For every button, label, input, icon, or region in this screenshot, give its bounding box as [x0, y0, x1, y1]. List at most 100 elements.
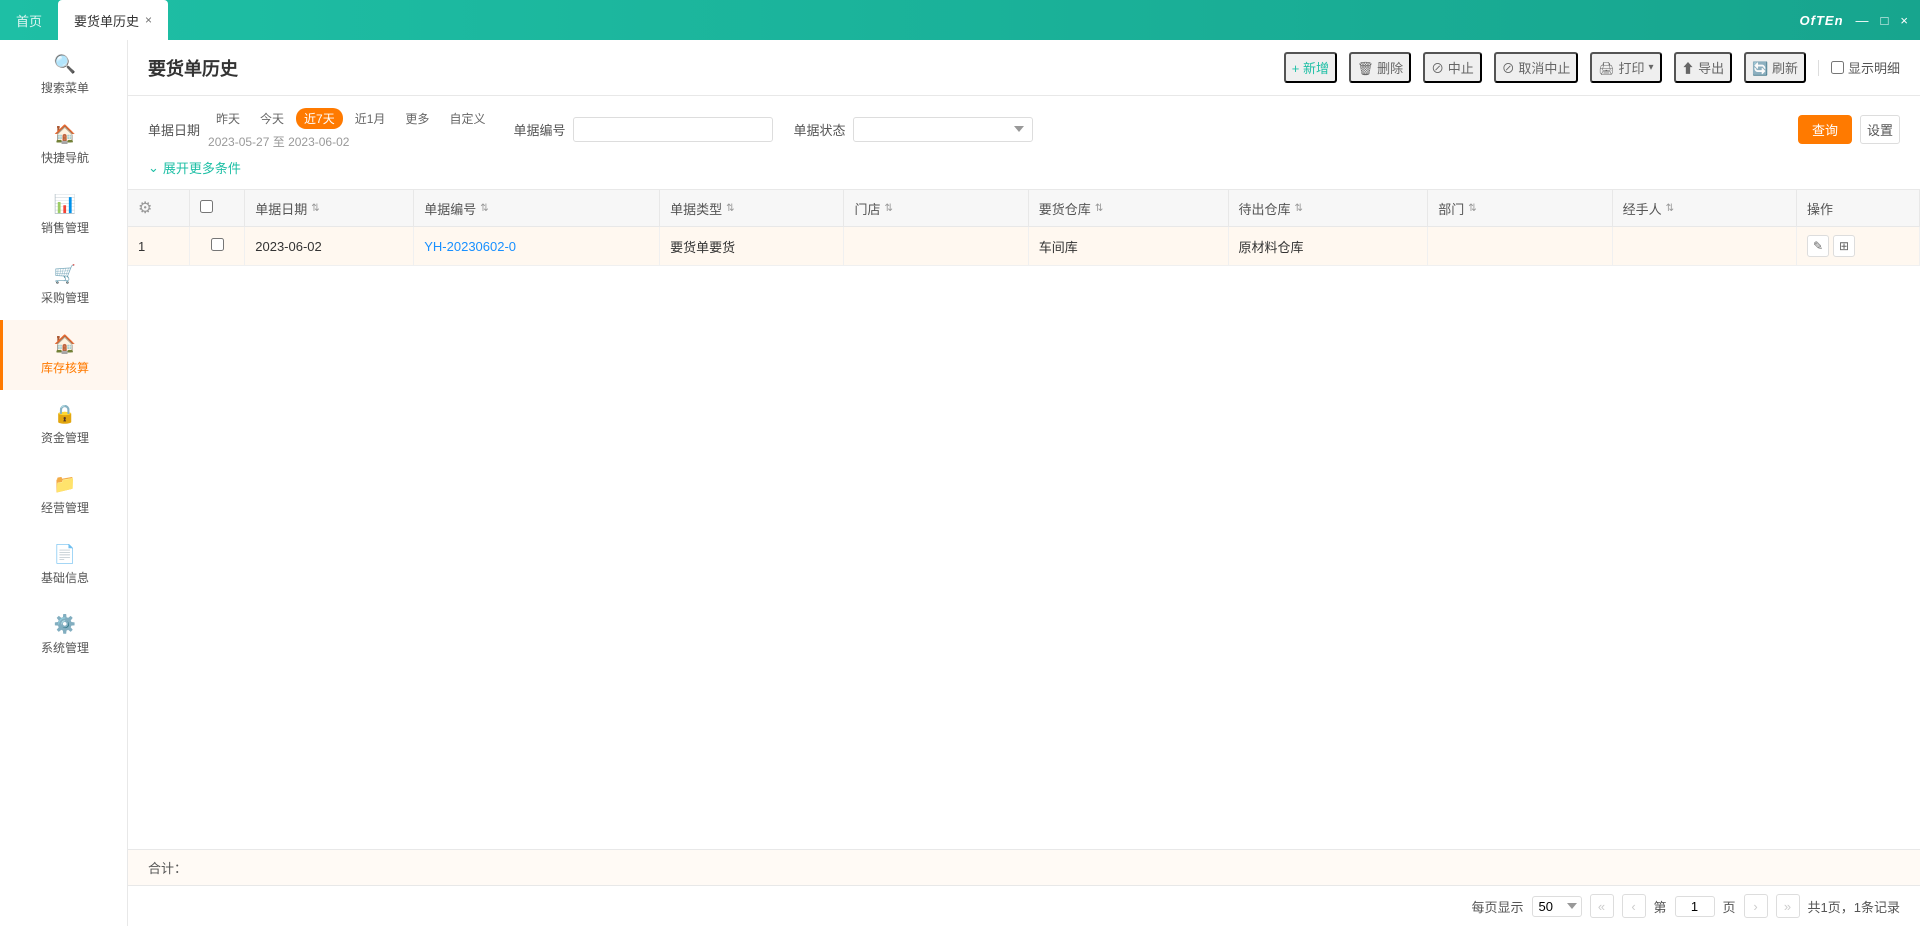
- row-warehouse: 车间库: [1028, 227, 1228, 266]
- th-type-sort[interactable]: ⇅: [726, 203, 734, 214]
- top-bar: 首页 要货单历史 × OfTEn — □ ×: [0, 0, 1920, 40]
- sidebar-item-sales[interactable]: 📊 销售管理: [0, 180, 127, 250]
- new-button[interactable]: + 新增: [1284, 52, 1337, 83]
- first-page-btn[interactable]: «: [1590, 894, 1614, 918]
- sidebar-item-inventory[interactable]: 🏠 库存核算: [0, 320, 127, 390]
- th-shop-sort[interactable]: ⇅: [884, 203, 892, 214]
- sales-icon: 📊: [54, 194, 76, 215]
- th-num-label: 单据编号: [424, 199, 476, 218]
- th-warehouse-label: 要货仓库: [1039, 199, 1091, 218]
- th-handler-sort[interactable]: ⇅: [1666, 203, 1674, 214]
- row-pending: 原材料仓库: [1228, 227, 1428, 266]
- row-op: ✎ ⊞: [1796, 227, 1919, 266]
- next-page-btn[interactable]: ›: [1744, 894, 1768, 918]
- row-checkbox-cell: [189, 227, 244, 266]
- new-label: + 新增: [1292, 58, 1329, 77]
- date-options: 昨天 今天 近7天 近1月 更多 自定义: [208, 108, 493, 129]
- sidebar-label-purchase: 采购管理: [41, 289, 89, 306]
- row-num-link[interactable]: YH-20230602-0: [424, 239, 516, 254]
- row-num: YH-20230602-0: [414, 227, 660, 266]
- purchase-icon: 🛒: [54, 264, 76, 285]
- th-date: 单据日期 ⇅: [245, 190, 414, 227]
- th-shop-label: 门店: [854, 199, 880, 218]
- nav-icon: 🏠: [54, 124, 76, 145]
- prev-page-btn[interactable]: ‹: [1622, 894, 1646, 918]
- toolbar: + 新增 🗑 删除 ⊘ 中止 ⊘ 取消中止 🖨 打印 ▾ ⬆ 导出: [1284, 52, 1900, 83]
- row-date: 2023-06-02: [245, 227, 414, 266]
- doc-num-input[interactable]: [573, 117, 773, 142]
- expand-more-label: 展开更多条件: [163, 158, 241, 177]
- doc-status-select[interactable]: [853, 117, 1033, 142]
- print-button[interactable]: 🖨 打印 ▾: [1590, 52, 1661, 83]
- tab-order-history[interactable]: 要货单历史 ×: [58, 0, 168, 40]
- date-filter-group: 单据日期 昨天 今天 近7天 近1月 更多 自定义 2023-05-27 至 2…: [148, 108, 493, 150]
- query-button[interactable]: 查询: [1798, 115, 1852, 144]
- total-info: 共1页，1条记录: [1808, 897, 1900, 916]
- th-pending-sort[interactable]: ⇅: [1295, 203, 1303, 214]
- th-dept-label: 部门: [1438, 199, 1464, 218]
- date-opt-1month[interactable]: 近1月: [347, 108, 394, 129]
- date-opt-custom[interactable]: 自定义: [441, 108, 493, 129]
- th-warehouse-sort[interactable]: ⇅: [1095, 203, 1103, 214]
- row-delete-btn[interactable]: ⊞: [1833, 235, 1855, 257]
- th-num-sort[interactable]: ⇅: [480, 203, 488, 214]
- select-all-checkbox[interactable]: [200, 200, 213, 213]
- tab-home[interactable]: 首页: [0, 0, 58, 40]
- date-opt-7days[interactable]: 近7天: [296, 108, 343, 129]
- date-opt-today[interactable]: 今天: [252, 108, 292, 129]
- stop-button[interactable]: ⊘ 中止: [1423, 52, 1482, 83]
- row-action-btns: ✎ ⊞: [1807, 235, 1909, 257]
- doc-num-label: 单据编号: [513, 120, 565, 139]
- delete-button[interactable]: 🗑 删除: [1349, 52, 1411, 83]
- last-page-btn[interactable]: »: [1776, 894, 1800, 918]
- page-number-input[interactable]: [1675, 896, 1715, 917]
- window-close[interactable]: ×: [1900, 13, 1908, 28]
- management-icon: 📁: [54, 474, 76, 495]
- settings-button[interactable]: 设置: [1860, 115, 1900, 144]
- settings-gear-icon[interactable]: ⚙: [138, 200, 152, 217]
- window-maximize[interactable]: □: [1881, 13, 1889, 28]
- sidebar-item-management[interactable]: 📁 经营管理: [0, 460, 127, 530]
- doc-status-label: 单据状态: [793, 120, 845, 139]
- export-label: ⬆ 导出: [1682, 58, 1725, 77]
- date-opt-yesterday[interactable]: 昨天: [208, 108, 248, 129]
- sidebar-item-search[interactable]: 🔍 搜索菜单: [0, 40, 127, 110]
- th-date-label: 单据日期: [255, 199, 307, 218]
- refresh-button[interactable]: 🔄 刷新: [1744, 52, 1806, 83]
- expand-down-icon: ⌄: [148, 160, 159, 176]
- page-size-label: 每页显示: [1471, 897, 1523, 916]
- tab-order-history-close[interactable]: ×: [145, 13, 152, 27]
- prev-page-icon: ‹: [1631, 899, 1635, 914]
- th-checkbox: [189, 190, 244, 227]
- sidebar-item-system[interactable]: ⚙️ 系统管理: [0, 600, 127, 670]
- row-dept: [1428, 227, 1612, 266]
- window-minimize[interactable]: —: [1856, 13, 1869, 28]
- print-dropdown-icon[interactable]: ▾: [1649, 62, 1654, 73]
- export-button[interactable]: ⬆ 导出: [1674, 52, 1733, 83]
- th-warehouse: 要货仓库 ⇅: [1028, 190, 1228, 227]
- tab-list: 首页 要货单历史 ×: [0, 0, 168, 40]
- sidebar-item-finance[interactable]: 🔒 资金管理: [0, 390, 127, 460]
- show-detail-toggle[interactable]: 显示明细: [1831, 58, 1900, 77]
- expand-more-btn[interactable]: ⌄ 展开更多条件: [148, 158, 1900, 177]
- th-settings: ⚙: [128, 190, 189, 227]
- sidebar-item-basic[interactable]: 📄 基础信息: [0, 530, 127, 600]
- top-bar-right: OfTEn — □ ×: [1800, 13, 1920, 28]
- th-num: 单据编号 ⇅: [414, 190, 660, 227]
- row-checkbox[interactable]: [211, 238, 224, 251]
- date-range-display: 2023-05-27 至 2023-06-02: [208, 133, 493, 150]
- row-edit-btn[interactable]: ✎: [1807, 235, 1829, 257]
- show-detail-checkbox[interactable]: [1831, 61, 1844, 74]
- th-dept-sort[interactable]: ⇅: [1468, 203, 1476, 214]
- th-op-label: 操作: [1807, 202, 1833, 217]
- search-icon: 🔍: [54, 54, 76, 75]
- sidebar-label-basic: 基础信息: [41, 569, 89, 586]
- th-date-sort[interactable]: ⇅: [311, 203, 319, 214]
- sidebar-item-nav[interactable]: 🏠 快捷导航: [0, 110, 127, 180]
- data-table: ⚙ 单据日期 ⇅ 单据编号: [128, 190, 1920, 266]
- sidebar-item-purchase[interactable]: 🛒 采购管理: [0, 250, 127, 320]
- date-opt-more[interactable]: 更多: [397, 108, 437, 129]
- stop-label: ⊘ 中止: [1431, 58, 1474, 77]
- page-size-select[interactable]: 50 20 100: [1532, 896, 1582, 917]
- cancel-stop-button[interactable]: ⊘ 取消中止: [1494, 52, 1579, 83]
